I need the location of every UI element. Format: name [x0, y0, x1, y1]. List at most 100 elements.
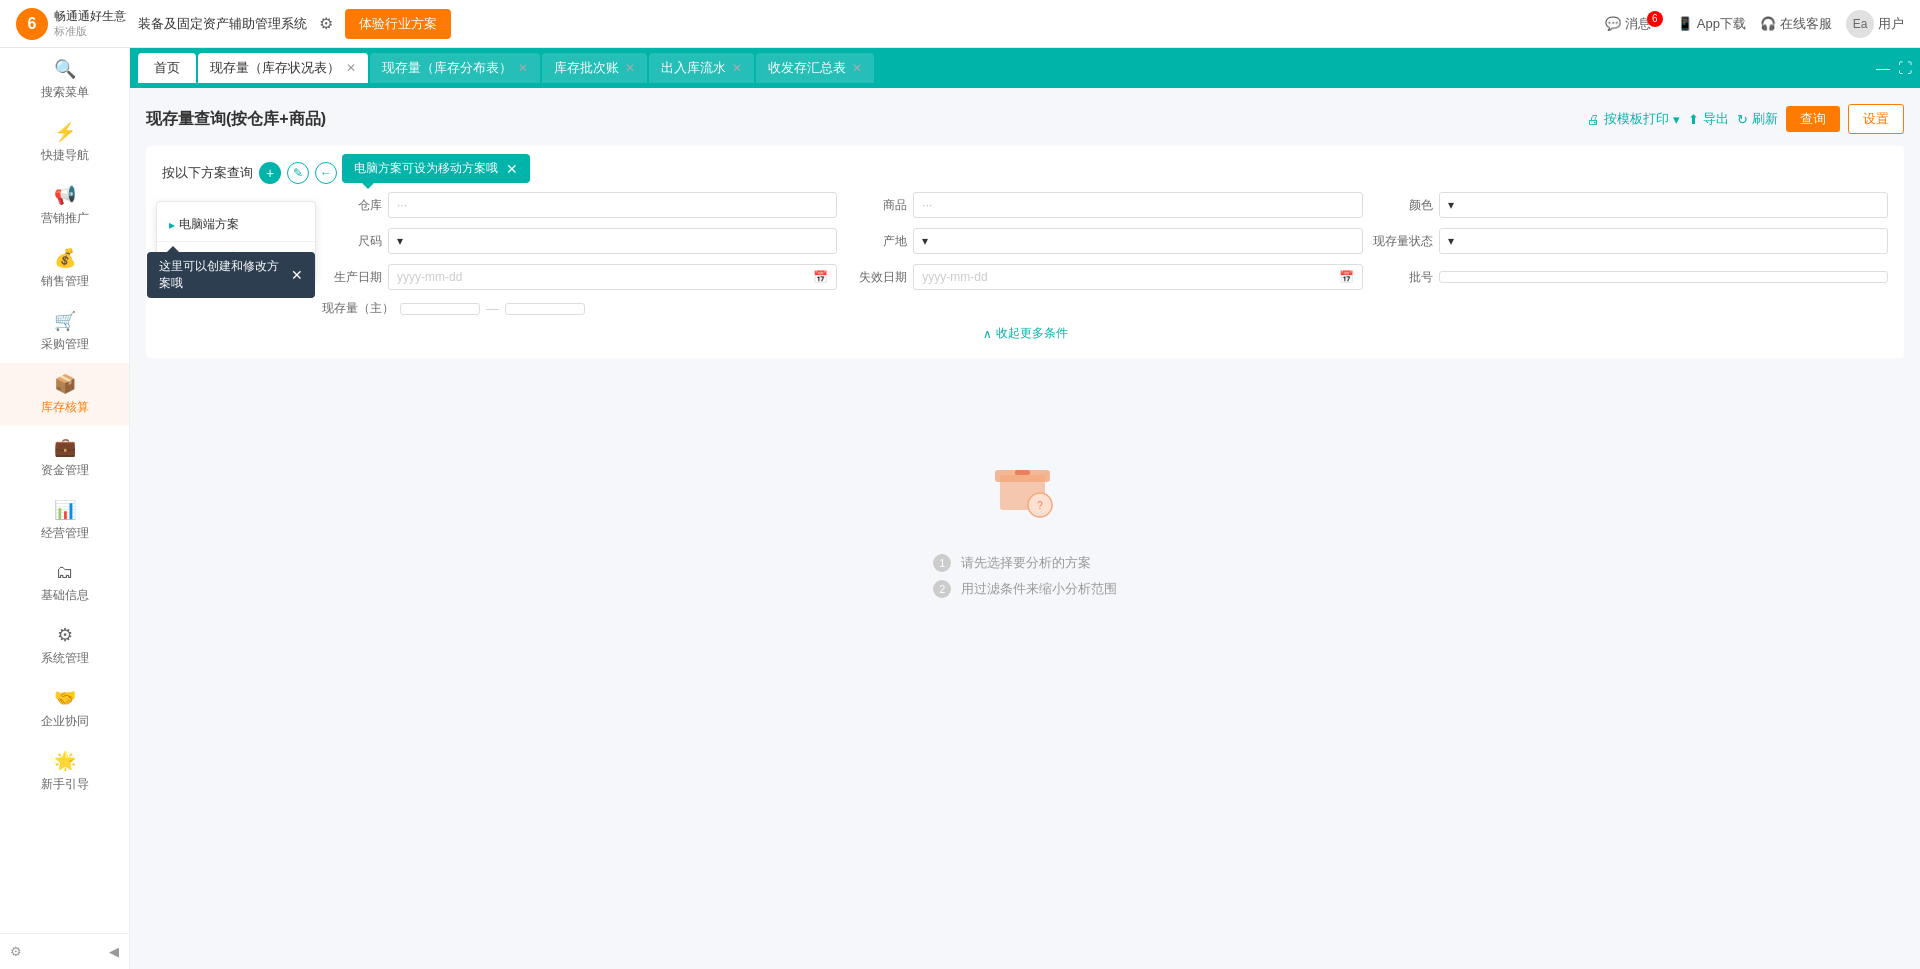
tooltip2-close[interactable]: ✕ [291, 267, 303, 283]
tab-minimize-icon[interactable]: — [1876, 60, 1890, 76]
stock-main-max-input[interactable] [505, 303, 585, 315]
phone-icon: 📱 [1677, 16, 1693, 31]
user-btn[interactable]: Ea 用户 [1846, 10, 1904, 38]
print-label: 按模板打印 [1604, 110, 1669, 128]
origin-chevron-icon [922, 234, 928, 248]
chevron-right-icon: ▸ [169, 218, 175, 232]
expire-date-placeholder: yyyy-mm-dd [922, 270, 987, 284]
sidebar-item-quicknav[interactable]: ⚡ 快捷导航 [0, 111, 129, 174]
sidebar-item-operations[interactable]: 📊 经营管理 [0, 489, 129, 552]
svg-rect-2 [1015, 470, 1030, 475]
expire-date-label: 失效日期 [847, 269, 907, 286]
tab4-close-icon[interactable]: ✕ [732, 61, 742, 75]
refresh-btn[interactable]: ↻ 刷新 [1737, 110, 1778, 128]
enterprise-icon: 🤝 [54, 687, 76, 709]
sidebar-item-enterprise[interactable]: 🤝 企业协同 [0, 677, 129, 740]
set-btn[interactable]: 设置 [1848, 104, 1904, 134]
basic-icon: 🗂 [56, 562, 74, 583]
scheme-pc-item[interactable]: ▸ 电脑端方案 [157, 210, 315, 239]
sidebar-label-operations: 经营管理 [41, 525, 89, 542]
sidebar-label-purchase: 采购管理 [41, 336, 89, 353]
tab3-close-icon[interactable]: ✕ [625, 61, 635, 75]
sidebar-collapse-icon[interactable]: ◀ [109, 944, 119, 959]
sidebar-item-search[interactable]: 🔍 搜索菜单 [0, 48, 129, 111]
color-label: 颜色 [1373, 197, 1433, 214]
sidebar-item-marketing[interactable]: 📢 营销推广 [0, 174, 129, 237]
app-download-btn[interactable]: 📱 App下载 [1677, 15, 1746, 33]
tab5-close-icon[interactable]: ✕ [852, 61, 862, 75]
add-scheme-btn[interactable]: + [259, 162, 281, 184]
edit-scheme-btn[interactable]: ✎ [287, 162, 309, 184]
expire-date-calendar-icon[interactable] [1339, 270, 1354, 284]
tab1-close-icon[interactable]: ✕ [346, 61, 356, 75]
refresh-icon: ↻ [1737, 112, 1748, 127]
tab-inventory-distribution[interactable]: 现存量（库存分布表） ✕ [370, 53, 540, 83]
guide-icon: 🌟 [54, 750, 76, 772]
production-date-calendar-icon[interactable] [813, 270, 828, 284]
user-label: 用户 [1878, 15, 1904, 33]
production-date-input[interactable]: yyyy-mm-dd [388, 264, 837, 290]
sidebar-label-finance: 资金管理 [41, 462, 89, 479]
origin-select[interactable] [913, 228, 1362, 254]
quicknav-icon: ⚡ [54, 121, 76, 143]
sales-icon: 💰 [54, 247, 76, 269]
tab-expand-icon[interactable]: ⛶ [1898, 60, 1912, 76]
tab1-label: 现存量（库存状况表） [210, 59, 340, 77]
tip1-text: 请先选择要分析的方案 [961, 555, 1091, 570]
query-btn[interactable]: 查询 [1786, 106, 1840, 132]
app-logo-icon: 6 [16, 8, 48, 40]
message-btn[interactable]: 💬 消息 6 [1605, 15, 1663, 33]
sidebar-item-purchase[interactable]: 🛒 采购管理 [0, 300, 129, 363]
page-title: 现存量查询(按仓库+商品) [146, 109, 326, 130]
tab-batch-account[interactable]: 库存批次账 ✕ [542, 53, 647, 83]
svg-text:?: ? [1037, 500, 1043, 511]
origin-label: 产地 [847, 233, 907, 250]
online-service-btn[interactable]: 🎧 在线客服 [1760, 15, 1832, 33]
back-btn[interactable]: ← [315, 162, 337, 184]
tab-home[interactable]: 首页 [138, 53, 196, 83]
settings-icon[interactable]: ⚙ [319, 14, 333, 33]
tip1-num: 1 [933, 554, 951, 572]
empty-state: ? 1 请先选择要分析的方案 2 用过滤条件来缩小分析范围 [146, 370, 1904, 682]
tip2-num: 2 [933, 580, 951, 598]
print-chevron-icon: ▾ [1673, 112, 1680, 127]
tab-inout-flow[interactable]: 出入库流水 ✕ [649, 53, 754, 83]
tab-inventory-status[interactable]: 现存量（库存状况表） ✕ [198, 53, 368, 83]
stock-status-select[interactable] [1439, 228, 1888, 254]
sidebar-label-basic: 基础信息 [41, 587, 89, 604]
sidebar-label-marketing: 营销推广 [41, 210, 89, 227]
size-select[interactable] [388, 228, 837, 254]
warehouse-select[interactable]: ··· [388, 192, 837, 218]
production-date-placeholder: yyyy-mm-dd [397, 270, 462, 284]
message-badge: 6 [1647, 11, 1663, 27]
system-icon: ⚙ [57, 624, 73, 646]
tab2-close-icon[interactable]: ✕ [518, 61, 528, 75]
product-label: 商品 [847, 197, 907, 214]
sidebar-item-inventory[interactable]: 📦 库存核算 [0, 363, 129, 426]
export-btn[interactable]: ⬆ 导出 [1688, 110, 1729, 128]
tab-summary[interactable]: 收发存汇总表 ✕ [756, 53, 874, 83]
product-select[interactable]: ··· [913, 192, 1362, 218]
trial-btn[interactable]: 体验行业方案 [345, 9, 451, 39]
app-logo-text: 畅通通好生意 标准版 [54, 9, 126, 39]
color-select[interactable] [1439, 192, 1888, 218]
refresh-label: 刷新 [1752, 110, 1778, 128]
sidebar-item-system[interactable]: ⚙ 系统管理 [0, 614, 129, 677]
sidebar-item-finance[interactable]: 💼 资金管理 [0, 426, 129, 489]
production-date-label: 生产日期 [322, 269, 382, 286]
sidebar-settings-icon[interactable]: ⚙ [10, 944, 22, 959]
sidebar-item-sales[interactable]: 💰 销售管理 [0, 237, 129, 300]
sidebar-item-guide[interactable]: 🌟 新手引导 [0, 740, 129, 803]
app-download-label: App下载 [1697, 15, 1746, 33]
sidebar-bottom: ⚙ ◀ [0, 933, 129, 969]
scheme-pc-label: 电脑端方案 [179, 216, 239, 233]
export-icon: ⬆ [1688, 112, 1699, 127]
stock-main-min-input[interactable] [400, 303, 480, 315]
print-btn[interactable]: 🖨 按模板打印 ▾ [1587, 110, 1680, 128]
tooltip1-close[interactable]: ✕ [506, 161, 518, 177]
batch-label: 批号 [1373, 269, 1433, 286]
batch-input[interactable] [1439, 271, 1888, 283]
expire-date-input[interactable]: yyyy-mm-dd [913, 264, 1362, 290]
collapse-btn[interactable]: ∧ 收起更多条件 [162, 325, 1888, 342]
sidebar-item-basic[interactable]: 🗂 基础信息 [0, 552, 129, 614]
